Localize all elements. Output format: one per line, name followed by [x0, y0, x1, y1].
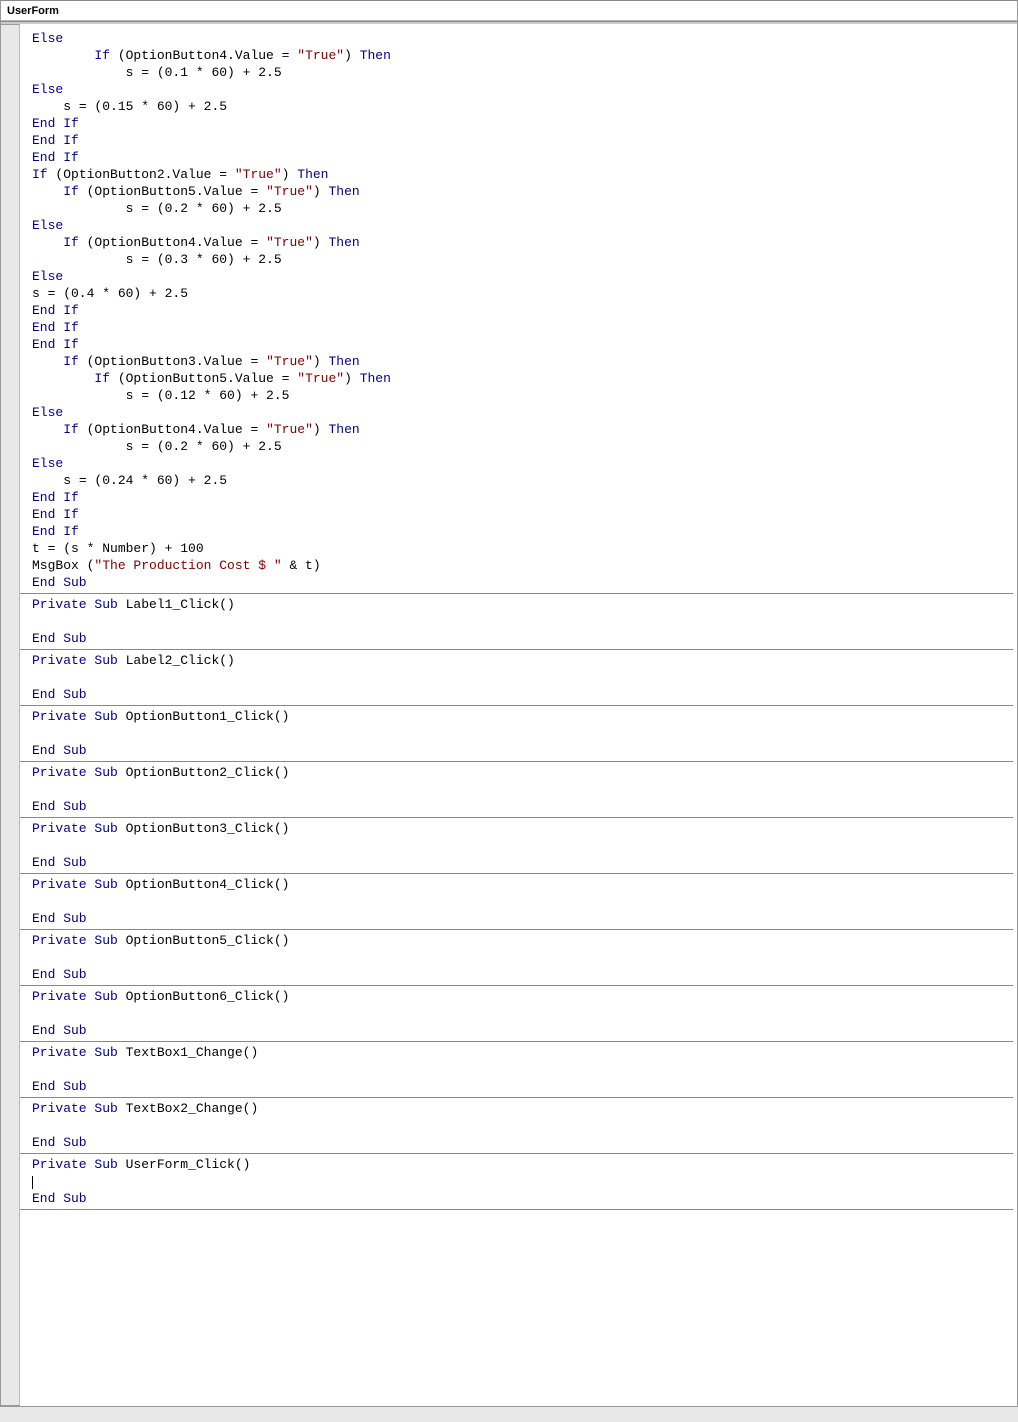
- text-cursor: [32, 1176, 33, 1189]
- code-line[interactable]: Private Sub Label2_Click(): [32, 652, 1013, 669]
- code-line[interactable]: Private Sub OptionButton4_Click(): [32, 876, 1013, 893]
- procedure-separator: [20, 1097, 1013, 1098]
- code-line[interactable]: [32, 837, 1013, 854]
- code-line[interactable]: s = (0.2 * 60) + 2.5: [32, 438, 1013, 455]
- code-line[interactable]: End Sub: [32, 1190, 1013, 1207]
- code-editor[interactable]: Else If (OptionButton4.Value = "True") T…: [20, 24, 1017, 1216]
- code-line[interactable]: If (OptionButton4.Value = "True") Then: [32, 234, 1013, 251]
- procedure-separator: [20, 1041, 1013, 1042]
- code-line[interactable]: Private Sub OptionButton3_Click(): [32, 820, 1013, 837]
- code-line[interactable]: s = (0.3 * 60) + 2.5: [32, 251, 1013, 268]
- object-dropdown[interactable]: UserForm: [1, 0, 1017, 22]
- code-line[interactable]: [32, 781, 1013, 798]
- code-line[interactable]: End Sub: [32, 966, 1013, 983]
- code-line[interactable]: End If: [32, 132, 1013, 149]
- code-line[interactable]: If (OptionButton4.Value = "True") Then: [32, 421, 1013, 438]
- code-line[interactable]: End Sub: [32, 686, 1013, 703]
- code-line[interactable]: End Sub: [32, 742, 1013, 759]
- code-line[interactable]: [32, 669, 1013, 686]
- code-line[interactable]: Private Sub OptionButton5_Click(): [32, 932, 1013, 949]
- code-line[interactable]: End Sub: [32, 574, 1013, 591]
- code-line[interactable]: End Sub: [32, 630, 1013, 647]
- code-line[interactable]: End Sub: [32, 798, 1013, 815]
- code-line[interactable]: If (OptionButton3.Value = "True") Then: [32, 353, 1013, 370]
- code-line[interactable]: End If: [32, 319, 1013, 336]
- code-line[interactable]: Else: [32, 404, 1013, 421]
- code-line[interactable]: Private Sub Label1_Click(): [32, 596, 1013, 613]
- code-line[interactable]: End Sub: [32, 910, 1013, 927]
- procedure-separator: [20, 761, 1013, 762]
- code-line[interactable]: End Sub: [32, 1134, 1013, 1151]
- code-line[interactable]: End Sub: [32, 1022, 1013, 1039]
- code-line[interactable]: Else: [32, 455, 1013, 472]
- code-line[interactable]: Else: [32, 81, 1013, 98]
- procedure-separator: [20, 873, 1013, 874]
- code-line[interactable]: t = (s * Number) + 100: [32, 540, 1013, 557]
- code-line[interactable]: s = (0.15 * 60) + 2.5: [32, 98, 1013, 115]
- code-line[interactable]: Else: [32, 30, 1013, 47]
- code-line[interactable]: [32, 1061, 1013, 1078]
- procedure-separator: [20, 705, 1013, 706]
- code-line[interactable]: End If: [32, 489, 1013, 506]
- code-line[interactable]: If (OptionButton5.Value = "True") Then: [32, 183, 1013, 200]
- code-line[interactable]: Private Sub OptionButton2_Click(): [32, 764, 1013, 781]
- editor-window: UserForm Else If (OptionButton4.Value = …: [0, 0, 1018, 1407]
- code-line[interactable]: If (OptionButton2.Value = "True") Then: [32, 166, 1013, 183]
- code-line[interactable]: Private Sub OptionButton6_Click(): [32, 988, 1013, 1005]
- code-line[interactable]: [32, 1005, 1013, 1022]
- code-line[interactable]: End If: [32, 523, 1013, 540]
- code-line[interactable]: s = (0.4 * 60) + 2.5: [32, 285, 1013, 302]
- code-line[interactable]: End If: [32, 115, 1013, 132]
- code-line[interactable]: [32, 613, 1013, 630]
- code-line[interactable]: [32, 1117, 1013, 1134]
- code-line[interactable]: End Sub: [32, 1078, 1013, 1095]
- code-line[interactable]: s = (0.12 * 60) + 2.5: [32, 387, 1013, 404]
- code-line[interactable]: Private Sub TextBox2_Change(): [32, 1100, 1013, 1117]
- code-line[interactable]: End If: [32, 302, 1013, 319]
- code-line[interactable]: End If: [32, 149, 1013, 166]
- code-line[interactable]: End If: [32, 336, 1013, 353]
- code-line[interactable]: End If: [32, 506, 1013, 523]
- procedure-separator: [20, 1153, 1013, 1154]
- code-line[interactable]: MsgBox ("The Production Cost $ " & t): [32, 557, 1013, 574]
- procedure-separator: [20, 1209, 1013, 1210]
- code-line[interactable]: [32, 949, 1013, 966]
- code-line[interactable]: s = (0.24 * 60) + 2.5: [32, 472, 1013, 489]
- procedure-separator: [20, 649, 1013, 650]
- indicator-margin[interactable]: [1, 24, 20, 1406]
- code-line[interactable]: [32, 893, 1013, 910]
- code-line[interactable]: s = (0.2 * 60) + 2.5: [32, 200, 1013, 217]
- code-container: Else If (OptionButton4.Value = "True") T…: [1, 22, 1017, 1406]
- code-line[interactable]: Private Sub TextBox1_Change(): [32, 1044, 1013, 1061]
- code-line[interactable]: Else: [32, 217, 1013, 234]
- procedure-separator: [20, 817, 1013, 818]
- code-line[interactable]: If (OptionButton5.Value = "True") Then: [32, 370, 1013, 387]
- code-line[interactable]: s = (0.1 * 60) + 2.5: [32, 64, 1013, 81]
- code-line[interactable]: [32, 1173, 1013, 1190]
- code-line[interactable]: If (OptionButton4.Value = "True") Then: [32, 47, 1013, 64]
- object-dropdown-value: UserForm: [7, 5, 59, 17]
- code-line[interactable]: Private Sub OptionButton1_Click(): [32, 708, 1013, 725]
- procedure-separator: [20, 593, 1013, 594]
- procedure-separator: [20, 985, 1013, 986]
- code-line[interactable]: End Sub: [32, 854, 1013, 871]
- procedure-separator: [20, 929, 1013, 930]
- code-line[interactable]: Private Sub UserForm_Click(): [32, 1156, 1013, 1173]
- code-line[interactable]: Else: [32, 268, 1013, 285]
- code-line[interactable]: [32, 725, 1013, 742]
